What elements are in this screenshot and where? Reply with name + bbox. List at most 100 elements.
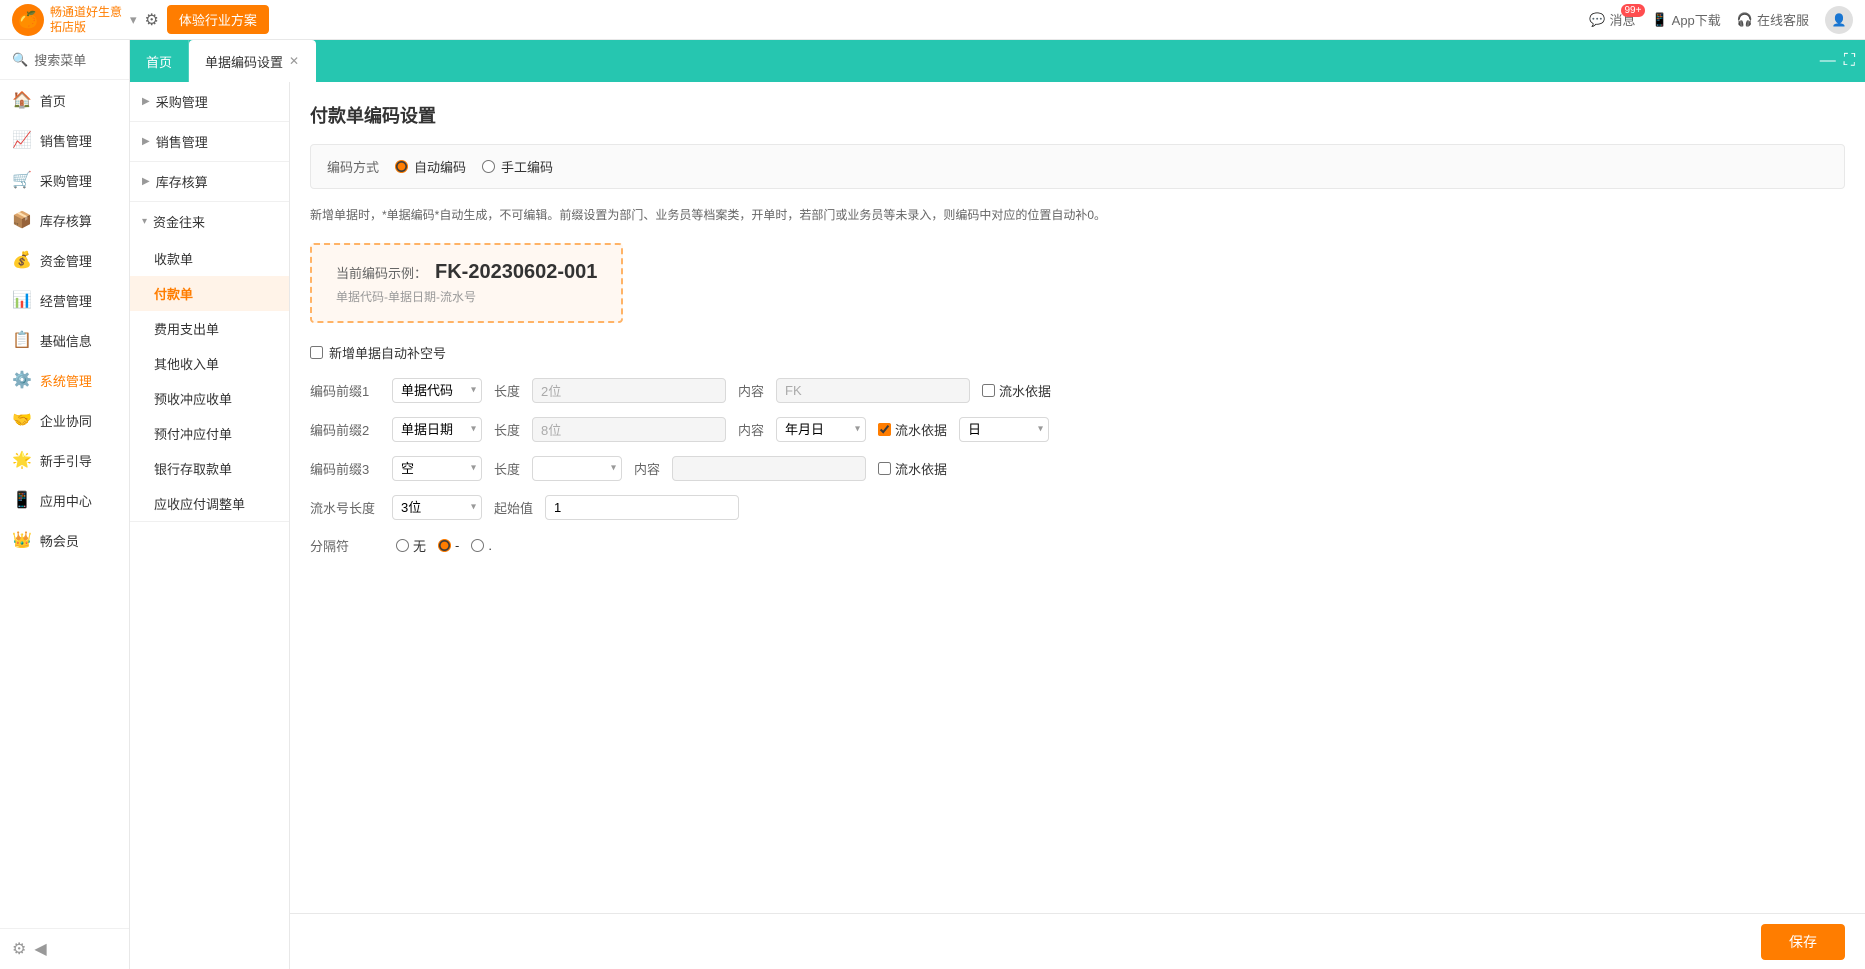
- submenu-group-inventory-title[interactable]: ▶ 库存核算: [130, 162, 289, 201]
- finance-icon: 💰: [12, 250, 32, 270]
- online-service[interactable]: 🎧 在线客服: [1737, 10, 1809, 29]
- download-icon: 📱: [1651, 12, 1667, 28]
- app-logo: 🍊 畅通道好生意 拓店版: [12, 4, 122, 36]
- sidebar-item-label: 资金管理: [40, 251, 92, 270]
- separator-none-radio[interactable]: [396, 539, 409, 552]
- sidebar-bottom: ⚙ ◀: [0, 928, 129, 969]
- length3-select[interactable]: [532, 456, 622, 481]
- submenu-item-payment[interactable]: 付款单: [130, 276, 289, 311]
- submenu-item-receipt[interactable]: 收款单: [130, 241, 289, 276]
- separator-row: 分隔符 无 - .: [310, 536, 1845, 555]
- submenu-item-bank[interactable]: 银行存取款单: [130, 451, 289, 486]
- sidebar-settings-icon[interactable]: ⚙: [12, 939, 26, 959]
- tab-expand-icon[interactable]: ⛶: [1844, 52, 1855, 70]
- sidebar-item-home[interactable]: 🏠 首页: [0, 80, 129, 120]
- content2-select[interactable]: 年月日: [776, 417, 866, 442]
- prefix1-select-wrapper[interactable]: 单据代码: [392, 378, 482, 403]
- tab-home[interactable]: 首页: [130, 40, 189, 82]
- tab-encoding-settings[interactable]: 单据编码设置 ✕: [189, 40, 316, 82]
- tab-bar-actions: — ⛶: [1820, 52, 1865, 70]
- sidebar-item-basic-info[interactable]: 📋 基础信息: [0, 320, 129, 360]
- bottom-bar: 保存: [290, 913, 1865, 969]
- stream2-checkbox[interactable]: [878, 423, 891, 436]
- sidebar-search[interactable]: 🔍 搜索菜单: [0, 40, 129, 80]
- logo-text: 畅通道好生意 拓店版: [50, 5, 122, 34]
- prefix1-label: 编码前缀1: [310, 381, 380, 400]
- tab-close-icon[interactable]: ✕: [289, 54, 299, 68]
- sidebar-item-members[interactable]: 👑 畅会员: [0, 520, 129, 560]
- sidebar-item-apps[interactable]: 📱 应用中心: [0, 480, 129, 520]
- submenu-group-capital-title[interactable]: ▾ 资金往来: [130, 202, 289, 241]
- message-area[interactable]: 💬 消息 99+: [1589, 10, 1635, 29]
- sidebar-item-guide[interactable]: 🌟 新手引导: [0, 440, 129, 480]
- sidebar-item-sales[interactable]: 📈 销售管理: [0, 120, 129, 160]
- tab-minimize-icon[interactable]: —: [1820, 52, 1836, 70]
- chevron-right-icon: ▶: [142, 96, 150, 107]
- stream3-checkbox[interactable]: [878, 462, 891, 475]
- stream-period-select[interactable]: 日 月 年: [959, 417, 1049, 442]
- sidebar-item-finance[interactable]: 💰 资金管理: [0, 240, 129, 280]
- stream1-checkbox-group: 流水依据: [982, 381, 1051, 400]
- headset-icon: 🎧: [1737, 12, 1753, 28]
- prefix2-select-wrapper[interactable]: 单据日期: [392, 417, 482, 442]
- user-avatar[interactable]: 👤: [1825, 6, 1853, 34]
- stream-period-select-wrapper[interactable]: 日 月 年: [959, 417, 1049, 442]
- auto-encode-option[interactable]: 自动编码: [395, 157, 466, 176]
- app-download[interactable]: 📱 App下载: [1651, 10, 1720, 29]
- sidebar-item-purchase[interactable]: 🛒 采购管理: [0, 160, 129, 200]
- sidebar-item-inventory[interactable]: 📦 库存核算: [0, 200, 129, 240]
- submenu-item-prepay-pay[interactable]: 预付冲应付单: [130, 416, 289, 451]
- start-value-input[interactable]: [545, 495, 739, 520]
- manual-encode-option[interactable]: 手工编码: [482, 157, 553, 176]
- auto-fill-checkbox[interactable]: [310, 346, 323, 359]
- submenu-group-inventory: ▶ 库存核算: [130, 162, 289, 202]
- separator-dot-radio[interactable]: [471, 539, 484, 552]
- content1-label: 内容: [738, 381, 764, 400]
- prefix-row-2: 编码前缀2 单据日期 长度 内容 年月日: [310, 417, 1845, 442]
- prefix2-select[interactable]: 单据日期: [392, 417, 482, 442]
- sidebar-item-enterprise[interactable]: 🤝 企业协同: [0, 400, 129, 440]
- content2-select-wrapper[interactable]: 年月日: [776, 417, 866, 442]
- prefix-row-3: 编码前缀3 空 长度 内容: [310, 456, 1845, 481]
- sidebar-item-label: 应用中心: [40, 491, 92, 510]
- content3-label: 内容: [634, 459, 660, 478]
- sidebar-item-label: 首页: [40, 91, 66, 110]
- separator-dash[interactable]: -: [438, 538, 459, 553]
- auto-encode-radio[interactable]: [395, 160, 408, 173]
- separator-label: 分隔符: [310, 536, 380, 555]
- sidebar-item-operations[interactable]: 📊 经营管理: [0, 280, 129, 320]
- prefix3-select[interactable]: 空: [392, 456, 482, 481]
- auto-fill-label: 新增单据自动补空号: [329, 343, 446, 362]
- prefix1-select[interactable]: 单据代码: [392, 378, 482, 403]
- separator-dash-radio[interactable]: [438, 539, 451, 552]
- stream1-checkbox[interactable]: [982, 384, 995, 397]
- separator-none[interactable]: 无: [396, 536, 426, 555]
- code-example-sub: 单据代码-单据日期-流水号: [336, 288, 597, 305]
- top-bar-controls: ▾ ⚙ 体验行业方案: [130, 5, 269, 34]
- prefix3-select-wrapper[interactable]: 空: [392, 456, 482, 481]
- serial-length-select[interactable]: 3位 4位 5位: [392, 495, 482, 520]
- manual-encode-radio[interactable]: [482, 160, 495, 173]
- inventory-icon: 📦: [12, 210, 32, 230]
- submenu-item-other-income[interactable]: 其他收入单: [130, 346, 289, 381]
- sidebar-collapse-icon[interactable]: ◀: [34, 939, 46, 959]
- stream3-checkbox-group: 流水依据: [878, 459, 947, 478]
- length3-select-wrapper[interactable]: [532, 456, 622, 481]
- settings-icon[interactable]: ⚙: [145, 10, 159, 30]
- encoding-method-label: 编码方式: [327, 157, 379, 176]
- submenu-item-expense[interactable]: 费用支出单: [130, 311, 289, 346]
- dropdown-arrow[interactable]: ▾: [130, 12, 137, 28]
- submenu-group-sales-title[interactable]: ▶ 销售管理: [130, 122, 289, 161]
- code-example-value: FK-20230602-001: [435, 261, 597, 284]
- submenu-item-prepay-recv[interactable]: 预收冲应收单: [130, 381, 289, 416]
- chevron-right-icon: ▶: [142, 176, 150, 187]
- serial-length-select-wrapper[interactable]: 3位 4位 5位: [392, 495, 482, 520]
- industry-btn[interactable]: 体验行业方案: [167, 5, 269, 34]
- submenu-group-purchase-title[interactable]: ▶ 采购管理: [130, 82, 289, 121]
- submenu-item-ar-ap-adjust[interactable]: 应收应付调整单: [130, 486, 289, 521]
- encoding-radio-group: 编码方式 自动编码 手工编码: [327, 157, 1828, 176]
- separator-dot[interactable]: .: [471, 538, 492, 553]
- save-button[interactable]: 保存: [1761, 924, 1845, 960]
- operations-icon: 📊: [12, 290, 32, 310]
- sidebar-item-system[interactable]: ⚙️ 系统管理: [0, 360, 129, 400]
